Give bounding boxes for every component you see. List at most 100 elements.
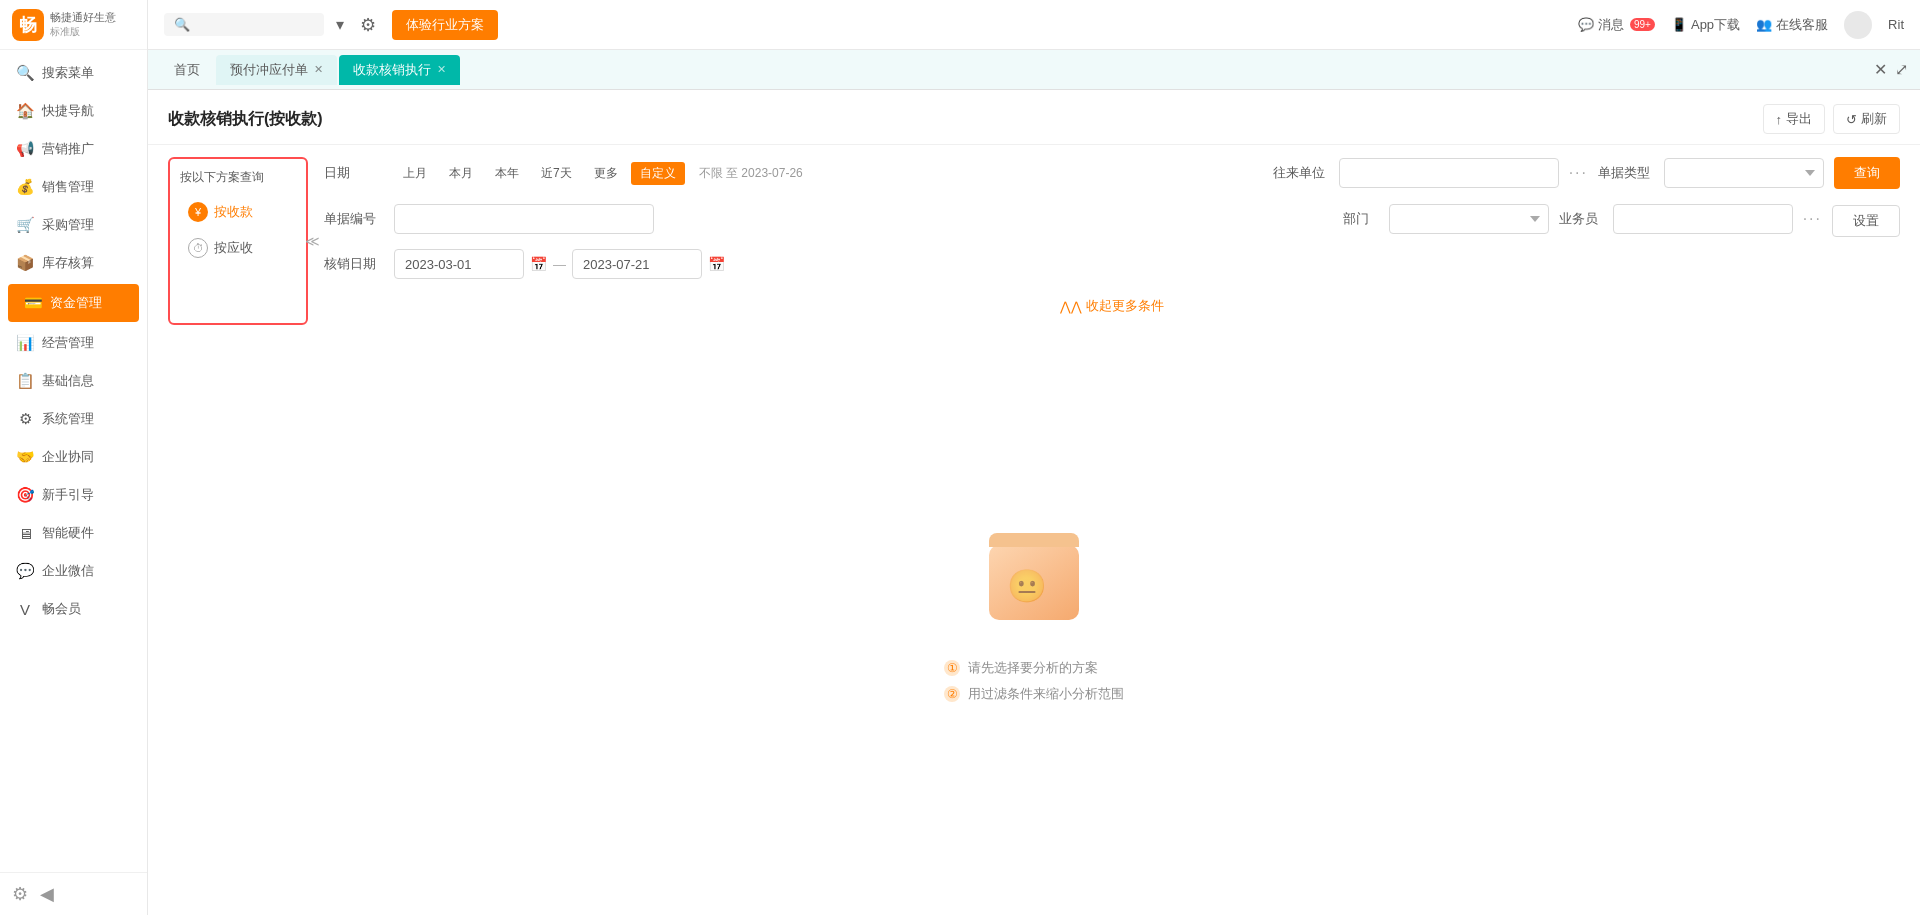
date-btn-custom[interactable]: 自定义 bbox=[631, 162, 685, 185]
sidebar-item-7[interactable]: 📊经营管理 bbox=[0, 324, 147, 362]
sidebar-item-icon-12: 🖥 bbox=[16, 524, 34, 542]
doc-type-select[interactable] bbox=[1664, 158, 1824, 188]
sidebar-item-10[interactable]: 🤝企业协同 bbox=[0, 438, 147, 476]
online-service-icon: 👥 bbox=[1756, 17, 1772, 32]
date-btn-7days[interactable]: 近7天 bbox=[532, 162, 581, 185]
tab-prepay-close[interactable]: ✕ bbox=[314, 63, 323, 76]
staff-dots[interactable]: ··· bbox=[1803, 210, 1822, 228]
verify-date-end[interactable] bbox=[572, 249, 702, 279]
form-row-3: 核销日期 📅 — 📅 bbox=[324, 249, 1900, 279]
sidebar-item-icon-1: 🏠 bbox=[16, 102, 34, 120]
refresh-btn[interactable]: ↺ 刷新 bbox=[1833, 104, 1900, 134]
industry-btn[interactable]: 体验行业方案 bbox=[392, 10, 498, 40]
tab-home[interactable]: 首页 bbox=[160, 55, 214, 85]
sidebar-item-1[interactable]: 🏠快捷导航 bbox=[0, 92, 147, 130]
sidebar-item-9[interactable]: ⚙系统管理 bbox=[0, 400, 147, 438]
settings-btn[interactable]: 设置 bbox=[1832, 205, 1900, 237]
sidebar-item-6[interactable]: 💳资金管理 bbox=[8, 284, 139, 322]
message-label: 消息 bbox=[1598, 16, 1624, 34]
online-service-action[interactable]: 👥 在线客服 bbox=[1756, 16, 1828, 34]
message-icon: 💬 bbox=[1578, 17, 1594, 32]
page-title: 收款核销执行(按收款) bbox=[168, 109, 323, 130]
sidebar-item-14[interactable]: V畅会员 bbox=[0, 590, 147, 628]
panel-collapse-arrow[interactable]: ≪ bbox=[305, 233, 320, 249]
query-btn[interactable]: 查询 bbox=[1834, 157, 1900, 189]
party-dots[interactable]: ··· bbox=[1569, 164, 1588, 182]
form-row-2: 单据编号 部门 业务员 ··· 设置 bbox=[324, 201, 1900, 237]
sidebar-item-4[interactable]: 🛒采购管理 bbox=[0, 206, 147, 244]
filter-panel-title: 按以下方案查询 bbox=[180, 169, 296, 186]
sidebar-item-2[interactable]: 📢营销推广 bbox=[0, 130, 147, 168]
user-name[interactable]: Rit bbox=[1888, 17, 1904, 32]
date-btn-more[interactable]: 更多 bbox=[585, 162, 627, 185]
sidebar-item-12[interactable]: 🖥智能硬件 bbox=[0, 514, 147, 552]
empty-state: 😐 ① 请先选择要分析的方案 ② 用过滤条件来缩小分析范围 bbox=[148, 337, 1920, 915]
export-btn[interactable]: ↑ 导出 bbox=[1763, 104, 1826, 134]
sidebar-settings-icon[interactable]: ⚙ bbox=[12, 883, 28, 905]
sidebar-item-icon-14: V bbox=[16, 600, 34, 618]
dept-label: 部门 bbox=[1343, 210, 1379, 228]
tab-bar: 首页 预付冲应付单 ✕ 收款核销执行 ✕ ✕ ⤢ bbox=[148, 50, 1920, 90]
maximize-window-icon[interactable]: ⤢ bbox=[1895, 60, 1908, 79]
user-avatar[interactable] bbox=[1844, 11, 1872, 39]
page-header-actions: ↑ 导出 ↺ 刷新 bbox=[1763, 104, 1901, 134]
tab-window-controls: ✕ ⤢ bbox=[1874, 60, 1908, 79]
date-quick-btns: 上月 本月 本年 近7天 更多 自定义 bbox=[394, 162, 685, 185]
verify-date-end-cal-icon[interactable]: 📅 bbox=[708, 256, 725, 272]
top-header: 🔍 ▾ ⚙ 体验行业方案 💬 消息 99+ 📱 App下载 👥 在线客服 Rit bbox=[148, 0, 1920, 50]
sidebar-item-icon-13: 💬 bbox=[16, 562, 34, 580]
date-btn-this-month[interactable]: 本月 bbox=[440, 162, 482, 185]
filter-option-by-receipt[interactable]: ¥ 按收款 bbox=[180, 196, 296, 228]
party-input[interactable] bbox=[1339, 158, 1559, 188]
filter-panel: 按以下方案查询 ¥ 按收款 ⏱ 按应收 ≪ bbox=[168, 157, 308, 325]
date-btn-last-month[interactable]: 上月 bbox=[394, 162, 436, 185]
empty-illustration: 😐 bbox=[984, 545, 1084, 635]
online-service-label: 在线客服 bbox=[1776, 16, 1828, 34]
header-gear-icon[interactable]: ⚙ bbox=[360, 14, 376, 36]
staff-input[interactable] bbox=[1613, 204, 1793, 234]
tab-verify-close[interactable]: ✕ bbox=[437, 63, 446, 76]
form-row-1: 日期 上月 本月 本年 近7天 更多 自定义 不限 至 2023-07-26 往… bbox=[324, 157, 1900, 189]
filter-option-by-receivable[interactable]: ⏱ 按应收 bbox=[180, 232, 296, 264]
sidebar-item-icon-7: 📊 bbox=[16, 334, 34, 352]
sidebar-item-3[interactable]: 💰销售管理 bbox=[0, 168, 147, 206]
sidebar-item-8[interactable]: 📋基础信息 bbox=[0, 362, 147, 400]
app-logo-icon: 畅 bbox=[12, 9, 44, 41]
sidebar-item-11[interactable]: 🎯新手引导 bbox=[0, 476, 147, 514]
message-action[interactable]: 💬 消息 99+ bbox=[1578, 16, 1655, 34]
header-dropdown-icon[interactable]: ▾ bbox=[336, 15, 344, 34]
export-icon: ↑ bbox=[1776, 112, 1783, 127]
verify-date-start-cal-icon[interactable]: 📅 bbox=[530, 256, 547, 272]
doc-no-input[interactable] bbox=[394, 204, 654, 234]
main-content: 🔍 ▾ ⚙ 体验行业方案 💬 消息 99+ 📱 App下载 👥 在线客服 Rit bbox=[148, 0, 1920, 915]
search-text: 🔍 bbox=[174, 17, 190, 32]
dept-select[interactable] bbox=[1389, 204, 1549, 234]
app-download-action[interactable]: 📱 App下载 bbox=[1671, 16, 1740, 34]
refresh-icon: ↺ bbox=[1846, 112, 1857, 127]
tab-verify[interactable]: 收款核销执行 ✕ bbox=[339, 55, 460, 85]
app-name: 畅捷通好生意 bbox=[50, 10, 116, 24]
date-btn-this-year[interactable]: 本年 bbox=[486, 162, 528, 185]
app-download-icon: 📱 bbox=[1671, 17, 1687, 32]
sidebar-item-icon-9: ⚙ bbox=[16, 410, 34, 428]
sidebar-item-5[interactable]: 📦库存核算 bbox=[0, 244, 147, 282]
app-edition: 标准版 bbox=[50, 25, 116, 39]
header-search-area[interactable]: 🔍 bbox=[164, 13, 324, 36]
date-hint: 不限 至 2023-07-26 bbox=[699, 165, 803, 182]
sidebar-item-icon-6: 💳 bbox=[24, 294, 42, 312]
collapse-conditions[interactable]: ⋀⋀ 收起更多条件 bbox=[324, 291, 1900, 325]
empty-hint: ① 请先选择要分析的方案 ② 用过滤条件来缩小分析范围 bbox=[944, 655, 1124, 707]
verify-date-start[interactable] bbox=[394, 249, 524, 279]
sidebar-collapse-btn[interactable]: ◀ bbox=[40, 883, 54, 905]
header-left: 🔍 ▾ ⚙ 体验行业方案 bbox=[164, 10, 498, 40]
sidebar-item-0[interactable]: 🔍搜索菜单 bbox=[0, 54, 147, 92]
filter-area: 按以下方案查询 ¥ 按收款 ⏱ 按应收 ≪ 日期 上月 本月 bbox=[148, 145, 1920, 337]
close-window-icon[interactable]: ✕ bbox=[1874, 60, 1887, 79]
page-area: 收款核销执行(按收款) ↑ 导出 ↺ 刷新 按以下方案查询 ¥ 按收款 bbox=[148, 90, 1920, 915]
sidebar-item-13[interactable]: 💬企业微信 bbox=[0, 552, 147, 590]
tab-prepay[interactable]: 预付冲应付单 ✕ bbox=[216, 55, 337, 85]
sidebar-item-icon-4: 🛒 bbox=[16, 216, 34, 234]
app-download-label: App下载 bbox=[1691, 16, 1740, 34]
sidebar-logo: 畅 畅捷通好生意 标准版 bbox=[0, 0, 147, 50]
sidebar-item-icon-11: 🎯 bbox=[16, 486, 34, 504]
